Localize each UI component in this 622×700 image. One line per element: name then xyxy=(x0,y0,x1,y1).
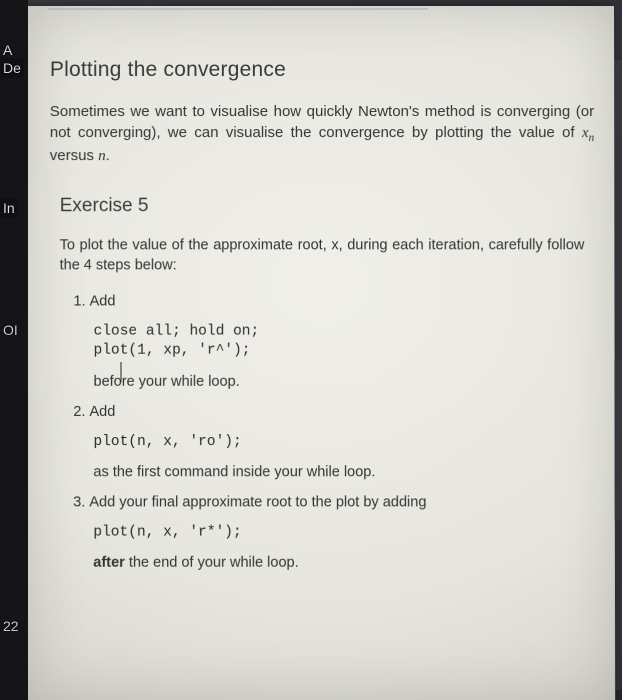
left-tag-22: 22 xyxy=(0,616,22,636)
intro-text-b: versus xyxy=(50,147,98,164)
step-3-note-bold: after xyxy=(93,555,125,571)
intro-text-a: Sometimes we want to visualise how quick… xyxy=(50,103,594,141)
math-var-n: n xyxy=(98,148,106,164)
step-1: Add close all; hold on; plot(1, xp, 'r^'… xyxy=(89,292,584,392)
step-1-label: Add xyxy=(90,294,116,310)
step-1-code: close all; hold on; plot(1, xp, 'r^'); xyxy=(94,322,585,361)
exercise-heading: Exercise 5 xyxy=(60,195,595,217)
step-2-note: as the first command inside your while l… xyxy=(93,462,584,482)
toolbar-edge-hint xyxy=(48,0,428,10)
step-1-note: before your while loop. xyxy=(93,372,584,392)
scrollbar-thumb[interactable] xyxy=(614,360,622,520)
steps-list: Add close all; hold on; plot(1, xp, 'r^'… xyxy=(59,292,585,573)
step-2-code: plot(n, x, 'ro'); xyxy=(93,433,584,453)
step-2: Add plot(n, x, 'ro'); as the first comma… xyxy=(89,402,584,483)
text-cursor-icon xyxy=(120,362,122,382)
step-3-note: after the end of your while loop. xyxy=(93,553,585,573)
section-title: Plotting the convergence xyxy=(50,58,594,82)
left-tag-a: A xyxy=(0,40,15,60)
step-3-code: plot(n, x, 'r*'); xyxy=(93,523,585,543)
step-3-note-rest: the end of your while loop. xyxy=(125,555,299,571)
left-tag-oi: OI xyxy=(0,320,21,340)
document-page: Plotting the convergence Sometimes we wa… xyxy=(27,6,615,700)
left-tag-in: In xyxy=(0,198,18,218)
math-var-xn: xn xyxy=(582,125,594,141)
step-3-label: Add your final approximate root to the p… xyxy=(89,495,426,511)
step-3: Add your final approximate root to the p… xyxy=(89,493,585,574)
vertical-scrollbar[interactable] xyxy=(614,60,622,690)
left-background-strip xyxy=(0,0,28,700)
exercise-lead: To plot the value of the approximate roo… xyxy=(60,235,585,276)
left-tag-de: De xyxy=(0,58,24,78)
screenshot-frame: A De In OI 22 Plotting the convergence S… xyxy=(0,0,622,700)
intro-paragraph: Sometimes we want to visualise how quick… xyxy=(50,102,595,167)
intro-text-c: . xyxy=(106,147,110,164)
step-2-label: Add xyxy=(89,404,115,420)
